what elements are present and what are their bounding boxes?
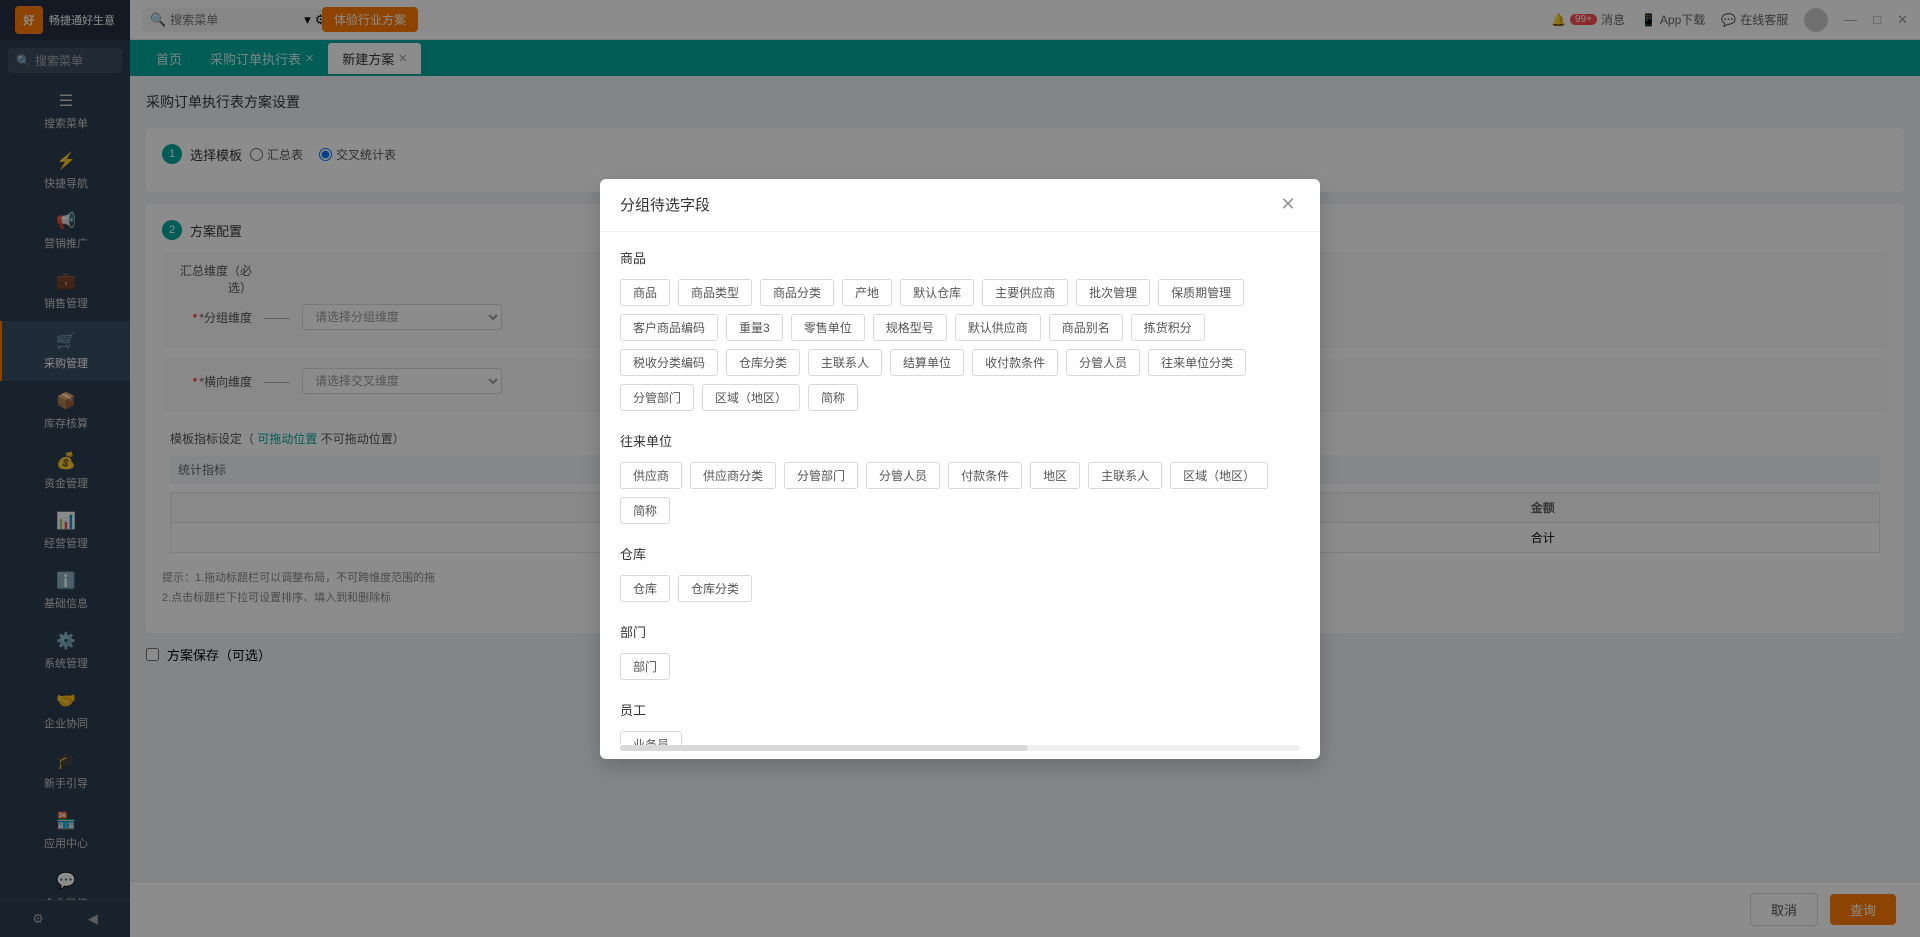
modal-field-tag-0-22[interactable]: 分管部门 — [620, 384, 694, 411]
modal-field-tag-0-2[interactable]: 商品分类 — [760, 279, 834, 306]
modal-dialog: 分组待选字段 ✕ 商品商品商品类型商品分类产地默认仓库主要供应商批次管理保质期管… — [600, 179, 1320, 759]
modal-field-tag-0-13[interactable]: 商品别名 — [1049, 314, 1123, 341]
modal-overlay: 分组待选字段 ✕ 商品商品商品类型商品分类产地默认仓库主要供应商批次管理保质期管… — [0, 0, 1920, 937]
modal-section-title-4: 员工 — [620, 700, 1300, 719]
modal-field-tag-0-0[interactable]: 商品 — [620, 279, 670, 306]
modal-field-grid-3: 部门 — [620, 653, 1300, 680]
modal-field-tag-0-18[interactable]: 结算单位 — [890, 349, 964, 376]
modal-section-title-1: 往来单位 — [620, 431, 1300, 450]
modal-field-grid-0: 商品商品类型商品分类产地默认仓库主要供应商批次管理保质期管理客户商品编码重量3 零… — [620, 279, 1300, 411]
modal-field-tag-1-0[interactable]: 供应商 — [620, 462, 682, 489]
modal-field-tag-0-7[interactable]: 保质期管理 — [1158, 279, 1244, 306]
modal-field-tag-0-24[interactable]: 简称 — [808, 384, 858, 411]
modal-field-tag-1-6[interactable]: 主联系人 — [1088, 462, 1162, 489]
modal-field-tag-0-15[interactable]: 税收分类编码 — [620, 349, 718, 376]
modal-body: 商品商品商品类型商品分类产地默认仓库主要供应商批次管理保质期管理客户商品编码重量… — [600, 232, 1320, 745]
modal-field-grid-4: 业务员 — [620, 731, 1300, 745]
modal-field-tag-0-6[interactable]: 批次管理 — [1076, 279, 1150, 306]
modal-field-tag-0-5[interactable]: 主要供应商 — [982, 279, 1068, 306]
modal-section-2: 仓库仓库仓库分类 — [620, 544, 1300, 602]
modal-section-title-0: 商品 — [620, 248, 1300, 267]
modal-section-3: 部门部门 — [620, 622, 1300, 680]
modal-field-tag-0-10[interactable]: 零售单位 — [791, 314, 865, 341]
modal-field-tag-0-9[interactable]: 重量3 — [726, 314, 783, 341]
modal-field-tag-1-2[interactable]: 分管部门 — [784, 462, 858, 489]
modal-field-tag-3-0[interactable]: 部门 — [620, 653, 670, 680]
modal-field-grid-1: 供应商供应商分类分管部门分管人员付款条件地区主联系人区域（地区） 简称 — [620, 462, 1300, 524]
modal-close-button[interactable]: ✕ — [1276, 193, 1300, 217]
modal-field-tag-1-1[interactable]: 供应商分类 — [690, 462, 776, 489]
modal-field-tag-0-23[interactable]: 区域（地区） — [702, 384, 800, 411]
modal-field-tag-1-7[interactable]: 区域（地区） — [1170, 462, 1268, 489]
modal-field-tag-1-4[interactable]: 付款条件 — [948, 462, 1022, 489]
modal-field-tag-0-4[interactable]: 默认仓库 — [900, 279, 974, 306]
modal-field-tag-0-17[interactable]: 主联系人 — [808, 349, 882, 376]
modal-section-title-3: 部门 — [620, 622, 1300, 641]
modal-section-title-2: 仓库 — [620, 544, 1300, 563]
modal-section-0: 商品商品商品类型商品分类产地默认仓库主要供应商批次管理保质期管理客户商品编码重量… — [620, 248, 1300, 411]
modal-section-4: 员工业务员 — [620, 700, 1300, 745]
modal-field-tag-1-3[interactable]: 分管人员 — [866, 462, 940, 489]
modal-hscroll-thumb — [620, 745, 1028, 751]
modal-field-tag-4-0[interactable]: 业务员 — [620, 731, 682, 745]
modal-title: 分组待选字段 — [620, 194, 710, 215]
modal-field-tag-0-1[interactable]: 商品类型 — [678, 279, 752, 306]
modal-horizontal-scrollbar[interactable] — [620, 745, 1300, 751]
modal-field-tag-1-5[interactable]: 地区 — [1030, 462, 1080, 489]
modal-field-tag-0-12[interactable]: 默认供应商 — [955, 314, 1041, 341]
modal-header: 分组待选字段 ✕ — [600, 179, 1320, 232]
modal-field-tag-0-20[interactable]: 分管人员 — [1066, 349, 1140, 376]
modal-section-1: 往来单位供应商供应商分类分管部门分管人员付款条件地区主联系人区域（地区） 简称 — [620, 431, 1300, 524]
modal-field-tag-1-8[interactable]: 简称 — [620, 497, 670, 524]
modal-field-tag-0-11[interactable]: 规格型号 — [873, 314, 947, 341]
modal-field-tag-0-21[interactable]: 往来单位分类 — [1148, 349, 1246, 376]
modal-field-tag-0-14[interactable]: 拣货积分 — [1131, 314, 1205, 341]
modal-field-tag-0-8[interactable]: 客户商品编码 — [620, 314, 718, 341]
modal-field-tag-0-16[interactable]: 仓库分类 — [726, 349, 800, 376]
modal-field-grid-2: 仓库仓库分类 — [620, 575, 1300, 602]
modal-field-tag-0-19[interactable]: 收付款条件 — [972, 349, 1058, 376]
modal-field-tag-0-3[interactable]: 产地 — [842, 279, 892, 306]
modal-field-tag-2-1[interactable]: 仓库分类 — [678, 575, 752, 602]
modal-field-tag-2-0[interactable]: 仓库 — [620, 575, 670, 602]
